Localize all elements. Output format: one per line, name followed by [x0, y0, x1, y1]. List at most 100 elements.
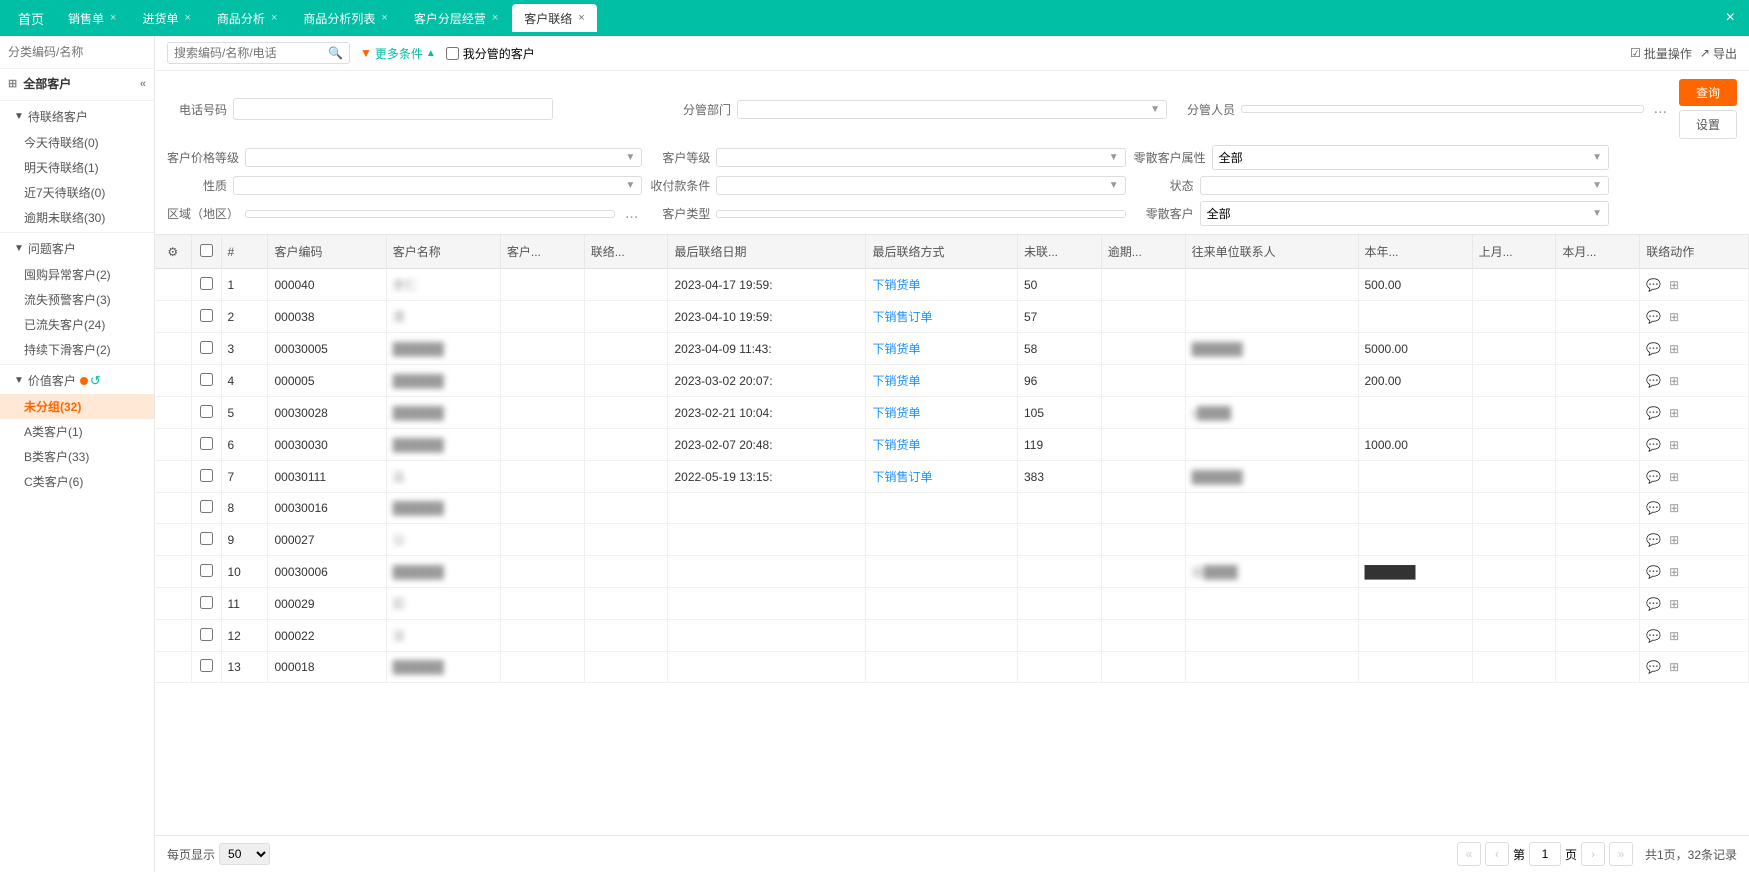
td-checkbox[interactable] [191, 620, 221, 652]
price-tier-select[interactable]: ▼ [245, 148, 642, 167]
message-icon[interactable]: 💬 [1646, 374, 1661, 388]
payment-select[interactable]: ▼ [716, 176, 1125, 195]
grid-action-icon[interactable]: ⊞ [1669, 470, 1679, 484]
td-checkbox[interactable] [191, 429, 221, 461]
td-checkbox[interactable] [191, 269, 221, 301]
dept-select[interactable]: ▼ [737, 100, 1167, 119]
filter-search-input[interactable] [174, 46, 324, 60]
row-checkbox[interactable] [200, 373, 213, 386]
row-checkbox[interactable] [200, 596, 213, 609]
sidebar-group-value[interactable]: ▼ 价值客户 ↺ [0, 367, 154, 394]
contact-way-link[interactable]: 下销售订单 [872, 470, 932, 484]
nav-tab-sales[interactable]: 销售单 × [56, 4, 128, 32]
td-checkbox[interactable] [191, 397, 221, 429]
td-checkbox[interactable] [191, 301, 221, 333]
export-button[interactable]: ↗ 导出 [1700, 45, 1737, 62]
contact-way-link[interactable]: 下销货单 [872, 374, 920, 388]
region-select[interactable] [245, 210, 615, 218]
sidebar-group-problem[interactable]: ▼ 问题客户 [0, 235, 154, 262]
contact-way-link[interactable]: 下销售订单 [872, 310, 932, 324]
nav-tab-product-analysis[interactable]: 商品分析 × [205, 4, 289, 32]
row-checkbox[interactable] [200, 564, 213, 577]
next-page-button[interactable]: › [1581, 842, 1605, 866]
td-checkbox[interactable] [191, 333, 221, 365]
grid-action-icon[interactable]: ⊞ [1669, 565, 1679, 579]
row-checkbox[interactable] [200, 437, 213, 450]
settings-icon[interactable]: ⚙ [167, 245, 178, 259]
grid-action-icon[interactable]: ⊞ [1669, 501, 1679, 515]
filter-search-box[interactable]: 🔍 [167, 42, 350, 64]
contact-way-link[interactable]: 下销货单 [872, 406, 920, 420]
message-icon[interactable]: 💬 [1646, 438, 1661, 452]
phone-input[interactable] [233, 98, 553, 120]
message-icon[interactable]: 💬 [1646, 278, 1661, 292]
close-product-analysis-tab-icon[interactable]: × [271, 12, 277, 24]
region-dots[interactable]: ... [621, 206, 642, 222]
row-checkbox[interactable] [200, 659, 213, 672]
close-sales-tab-icon[interactable]: × [110, 12, 116, 24]
sidebar-collapse-icon[interactable]: « [140, 78, 146, 90]
retail-attr-select[interactable]: 全部 ▼ [1212, 145, 1609, 170]
batch-action-button[interactable]: ☑ 批量操作 [1630, 45, 1692, 62]
sidebar-item-churned[interactable]: 已流失客户(24) [0, 312, 154, 337]
th-settings[interactable]: ⚙ [155, 235, 191, 269]
manager-dots[interactable]: ... [1650, 101, 1671, 117]
grid-action-icon[interactable]: ⊞ [1669, 342, 1679, 356]
retail-customer-select[interactable]: 全部 ▼ [1200, 201, 1609, 226]
sidebar-search-input[interactable] [8, 45, 155, 59]
row-checkbox[interactable] [200, 532, 213, 545]
message-icon[interactable]: 💬 [1646, 501, 1661, 515]
customer-type-select[interactable] [716, 210, 1125, 218]
message-icon[interactable]: 💬 [1646, 470, 1661, 484]
last-page-button[interactable]: » [1609, 842, 1633, 866]
nav-tab-customer-contact[interactable]: 客户联络 × [512, 4, 596, 32]
close-purchase-tab-icon[interactable]: × [184, 12, 190, 24]
contact-way-link[interactable]: 下销货单 [872, 438, 920, 452]
sidebar-item-ungrouped[interactable]: 未分组(32) [0, 394, 154, 419]
my-customers-checkbox[interactable] [446, 47, 459, 60]
page-size-select[interactable]: 50 20 100 [219, 843, 270, 865]
nav-home-tab[interactable]: 首页 [8, 9, 54, 28]
grid-action-icon[interactable]: ⊞ [1669, 597, 1679, 611]
sidebar-item-today-pending[interactable]: 今天待联络(0) [0, 130, 154, 155]
close-product-list-tab-icon[interactable]: × [381, 12, 387, 24]
refresh-icon[interactable]: ↺ [90, 373, 101, 389]
grid-action-icon[interactable]: ⊞ [1669, 438, 1679, 452]
td-checkbox[interactable] [191, 524, 221, 556]
row-checkbox[interactable] [200, 341, 213, 354]
row-checkbox[interactable] [200, 500, 213, 513]
message-icon[interactable]: 💬 [1646, 310, 1661, 324]
td-checkbox[interactable] [191, 588, 221, 620]
message-icon[interactable]: 💬 [1646, 565, 1661, 579]
nav-tab-product-list[interactable]: 商品分析列表 × [291, 4, 399, 32]
message-icon[interactable]: 💬 [1646, 629, 1661, 643]
grid-action-icon[interactable]: ⊞ [1669, 278, 1679, 292]
grid-action-icon[interactable]: ⊞ [1669, 406, 1679, 420]
first-page-button[interactable]: « [1457, 842, 1481, 866]
th-checkbox[interactable] [191, 235, 221, 269]
filter-more-button[interactable]: ▼ 更多条件 ▲ [360, 45, 436, 62]
select-all-checkbox[interactable] [200, 244, 213, 257]
sidebar-item-overdue-pending[interactable]: 逾期未联络(30) [0, 205, 154, 230]
query-button[interactable]: 查询 [1679, 79, 1737, 106]
nav-tab-customer-tier[interactable]: 客户分层经营 × [402, 4, 510, 32]
filter-search-icon[interactable]: 🔍 [328, 46, 343, 60]
row-checkbox[interactable] [200, 309, 213, 322]
filter-my-customers[interactable]: 我分管的客户 [446, 45, 535, 62]
td-checkbox[interactable] [191, 461, 221, 493]
row-checkbox[interactable] [200, 469, 213, 482]
td-checkbox[interactable] [191, 493, 221, 524]
sidebar-item-declining[interactable]: 持续下滑客户(2) [0, 337, 154, 362]
grid-action-icon[interactable]: ⊞ [1669, 310, 1679, 324]
message-icon[interactable]: 💬 [1646, 660, 1661, 674]
sidebar-group-pending[interactable]: ▼ 待联络客户 [0, 103, 154, 130]
sidebar-item-churn-warning[interactable]: 流失预警客户(3) [0, 287, 154, 312]
prev-page-button[interactable]: ‹ [1485, 842, 1509, 866]
message-icon[interactable]: 💬 [1646, 533, 1661, 547]
message-icon[interactable]: 💬 [1646, 406, 1661, 420]
sidebar-all-customers[interactable]: ⊞ 全部客户 « [0, 69, 154, 98]
sidebar-item-tomorrow-pending[interactable]: 明天待联络(1) [0, 155, 154, 180]
close-customer-contact-tab-icon[interactable]: × [578, 12, 584, 24]
page-number-input[interactable] [1529, 842, 1561, 866]
td-checkbox[interactable] [191, 652, 221, 683]
